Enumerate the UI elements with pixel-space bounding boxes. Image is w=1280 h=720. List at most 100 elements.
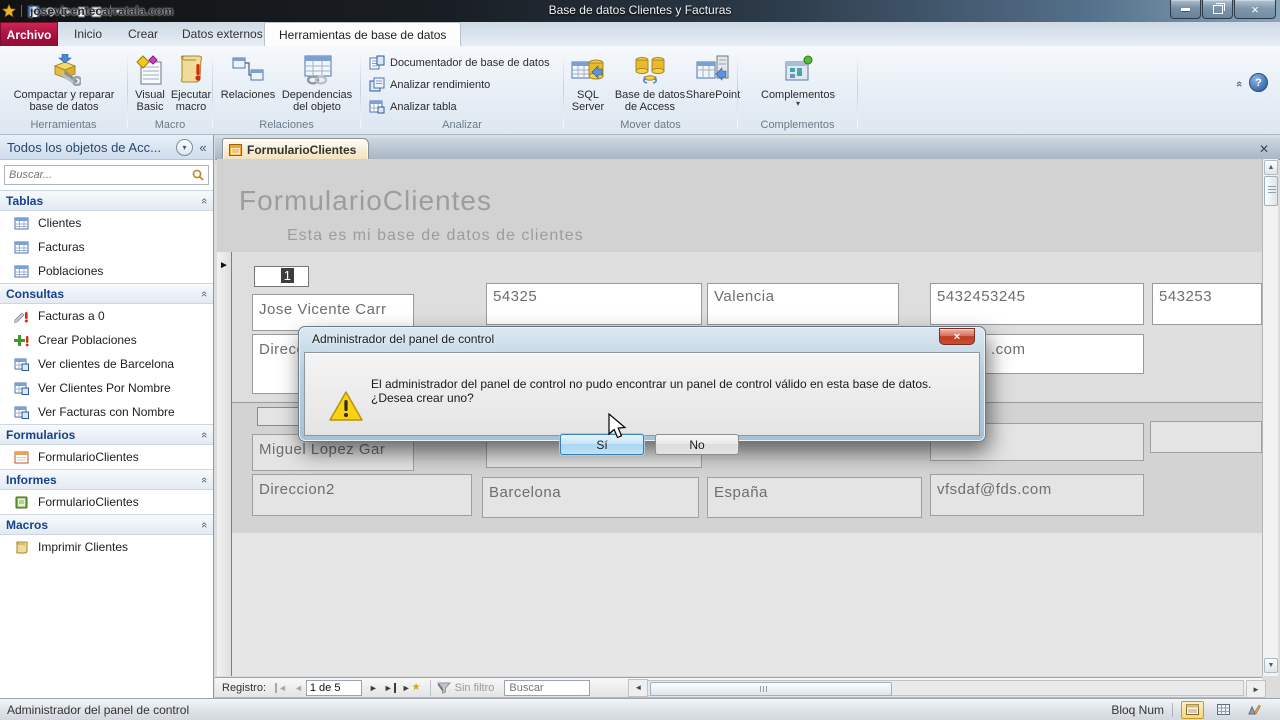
tab-inicio[interactable]: Inicio — [60, 22, 116, 46]
nav-item-ver-facturas-con-nombre[interactable]: Ver Facturas con Nombre — [0, 400, 213, 424]
group-separator — [857, 50, 858, 128]
record2-direccion-field[interactable]: Direccion2 — [252, 474, 472, 516]
nav-section-tablas[interactable]: Tablas « — [0, 190, 213, 211]
nav-section-formularios[interactable]: Formularios « — [0, 424, 213, 445]
new-record-button[interactable]: ► ★ — [399, 680, 424, 696]
analizar-tabla-button[interactable]: Analizar tabla — [369, 97, 457, 116]
nav-pane-collapse-icon[interactable]: « — [193, 140, 213, 155]
dependencias-button[interactable]: Dependencias del objeto — [277, 50, 357, 113]
nav-item-poblaciones[interactable]: Poblaciones — [0, 259, 213, 283]
compactar-reparar-button[interactable]: Compactar y reparar base de datos — [8, 50, 120, 113]
ejecutar-macro-button[interactable]: Ejecutar macro — [170, 50, 212, 113]
dialog-close-button[interactable]: × — [939, 328, 975, 345]
record1-campo3-field[interactable]: 5432453245 — [930, 283, 1144, 325]
record2-pais-field[interactable]: España — [707, 477, 922, 518]
design-view-button[interactable] — [1243, 701, 1266, 719]
record1-id-field[interactable]: 1 — [254, 266, 309, 287]
visual-basic-button[interactable]: Visual Basic — [130, 50, 170, 113]
nav-item-crear-poblaciones[interactable]: Crear Poblaciones — [0, 328, 213, 352]
section-collapse-icon[interactable]: « — [198, 431, 210, 437]
nav-item-facturas-a-0[interactable]: Facturas a 0 — [0, 304, 213, 328]
section-collapse-icon[interactable]: « — [198, 197, 210, 203]
nav-item-label: Clientes — [38, 216, 82, 230]
first-record-button[interactable]: ◄ — [272, 680, 291, 696]
tab-datos-externos[interactable]: Datos externos — [168, 22, 277, 46]
relaciones-button[interactable]: Relaciones — [219, 50, 277, 101]
ribbon-collapse-icon[interactable]: « — [1233, 81, 1245, 87]
nav-section-informes[interactable]: Informes « — [0, 469, 213, 490]
nav-item-formulario-clientes-report[interactable]: FormularioClientes — [0, 490, 213, 514]
previous-record-button[interactable]: ◄ — [291, 680, 306, 696]
dependencias-label: Dependencias del objeto — [281, 89, 353, 113]
record-search-input[interactable] — [504, 679, 591, 696]
filter-status[interactable]: Sin filtro — [436, 682, 494, 694]
group-relaciones: Relaciones Dependencias del objeto Relac… — [213, 46, 360, 134]
nav-item-formulario-clientes-form[interactable]: FormularioClientes — [0, 445, 213, 469]
nav-search-box[interactable] — [4, 165, 209, 185]
nav-object-list: Tablas « Clientes Facturas Poblaciones C… — [0, 190, 213, 559]
horizontal-scroll-thumb[interactable] — [650, 682, 892, 696]
table-icon — [14, 265, 29, 277]
section-collapse-icon[interactable]: « — [198, 290, 210, 296]
form-view-button[interactable] — [1181, 700, 1204, 719]
scroll-up-button[interactable]: ▲ — [1264, 160, 1278, 175]
record2-ciudad-field[interactable]: Barcelona — [482, 477, 699, 518]
datasheet-view-button[interactable] — [1212, 701, 1235, 719]
nav-pane-menu-dropdown-icon[interactable]: ▾ — [176, 138, 193, 156]
document-close-button[interactable]: ✕ — [1256, 141, 1272, 157]
record2-email-field[interactable]: vfsdaf@fds.com — [930, 474, 1144, 516]
nav-section-macros[interactable]: Macros « — [0, 514, 213, 535]
complementos-button[interactable]: Complementos ▾ — [756, 50, 840, 108]
arrow-down-icon: ▼ — [1267, 662, 1275, 669]
vertical-scrollbar[interactable]: ▲ ▼ — [1262, 159, 1278, 676]
form-detail: ► 1 Jose Vicente Carr 54325 Valencia 543… — [217, 252, 1262, 676]
nav-item-clientes[interactable]: Clientes — [0, 211, 213, 235]
document-tab-formulario-clientes[interactable]: FormularioClientes — [222, 138, 370, 160]
record2-campo4-field[interactable] — [1150, 421, 1262, 453]
section-collapse-icon[interactable]: « — [198, 521, 210, 527]
next-record-button[interactable]: ► — [366, 680, 381, 696]
nav-item-ver-clientes-por-nombre[interactable]: Ver Clientes Por Nombre — [0, 376, 213, 400]
nav-item-label: Ver clientes de Barcelona — [38, 357, 175, 371]
sharepoint-icon — [696, 50, 730, 86]
tab-archivo[interactable]: Archivo — [0, 22, 58, 46]
last-record-button[interactable]: ► — [381, 680, 399, 696]
close-button[interactable]: × — [1234, 0, 1276, 19]
filter-icon — [436, 682, 451, 694]
nav-search-input[interactable] — [5, 169, 191, 181]
separator — [1172, 702, 1173, 717]
tab-herramientas-bd[interactable]: Herramientas de base de datos — [264, 22, 462, 46]
record1-campo4-field[interactable]: 543253 — [1152, 283, 1262, 325]
vertical-scroll-thumb[interactable] — [1264, 176, 1278, 206]
nav-item-facturas[interactable]: Facturas — [0, 235, 213, 259]
nav-item-ver-clientes-barcelona[interactable]: Ver clientes de Barcelona — [0, 352, 213, 376]
yes-button[interactable]: Sí — [560, 434, 644, 455]
documentador-button[interactable]: Documentador de base de datos — [369, 53, 550, 72]
hscroll-left-button[interactable]: ◄ — [628, 678, 649, 697]
section-collapse-icon[interactable]: « — [198, 476, 210, 482]
nav-section-consultas[interactable]: Consultas « — [0, 283, 213, 304]
horizontal-scrollbar[interactable] — [647, 680, 1244, 696]
no-button[interactable]: No — [655, 434, 739, 455]
restore-button[interactable] — [1202, 0, 1233, 19]
record-navigation-bar: Registro: ◄ ◄ ► ► ►★ Sin filtro ◄ ► — [215, 677, 1266, 698]
status-bar: Administrador del panel de control Bloq … — [0, 698, 1280, 720]
record1-campo1-field[interactable]: 54325 — [486, 283, 702, 325]
record-position-box[interactable] — [305, 679, 362, 696]
hscroll-right-button[interactable]: ► — [1246, 680, 1266, 698]
sql-server-button[interactable]: SQL Server — [566, 50, 610, 113]
minimize-button[interactable] — [1170, 0, 1201, 19]
sharepoint-button[interactable]: SharePoint — [686, 50, 740, 101]
search-icon[interactable] — [191, 168, 205, 182]
window-title: Base de datos Clientes y Facturas — [548, 3, 732, 17]
tab-crear[interactable]: Crear — [114, 22, 172, 46]
record-selector-bar[interactable]: ► — [217, 252, 232, 676]
scroll-down-button[interactable]: ▼ — [1264, 658, 1278, 673]
nav-item-imprimir-clientes[interactable]: Imprimir Clientes — [0, 535, 213, 559]
base-datos-access-button[interactable]: Base de datos de Access — [610, 50, 690, 113]
help-button[interactable]: ? — [1249, 73, 1268, 92]
record1-campo2-field[interactable]: Valencia — [707, 283, 899, 325]
nav-item-label: Facturas a 0 — [38, 309, 105, 323]
nav-pane-header[interactable]: Todos los objetos de Acc... ▾ « — [0, 135, 213, 160]
analizar-rendimiento-button[interactable]: Analizar rendimiento — [369, 75, 490, 94]
